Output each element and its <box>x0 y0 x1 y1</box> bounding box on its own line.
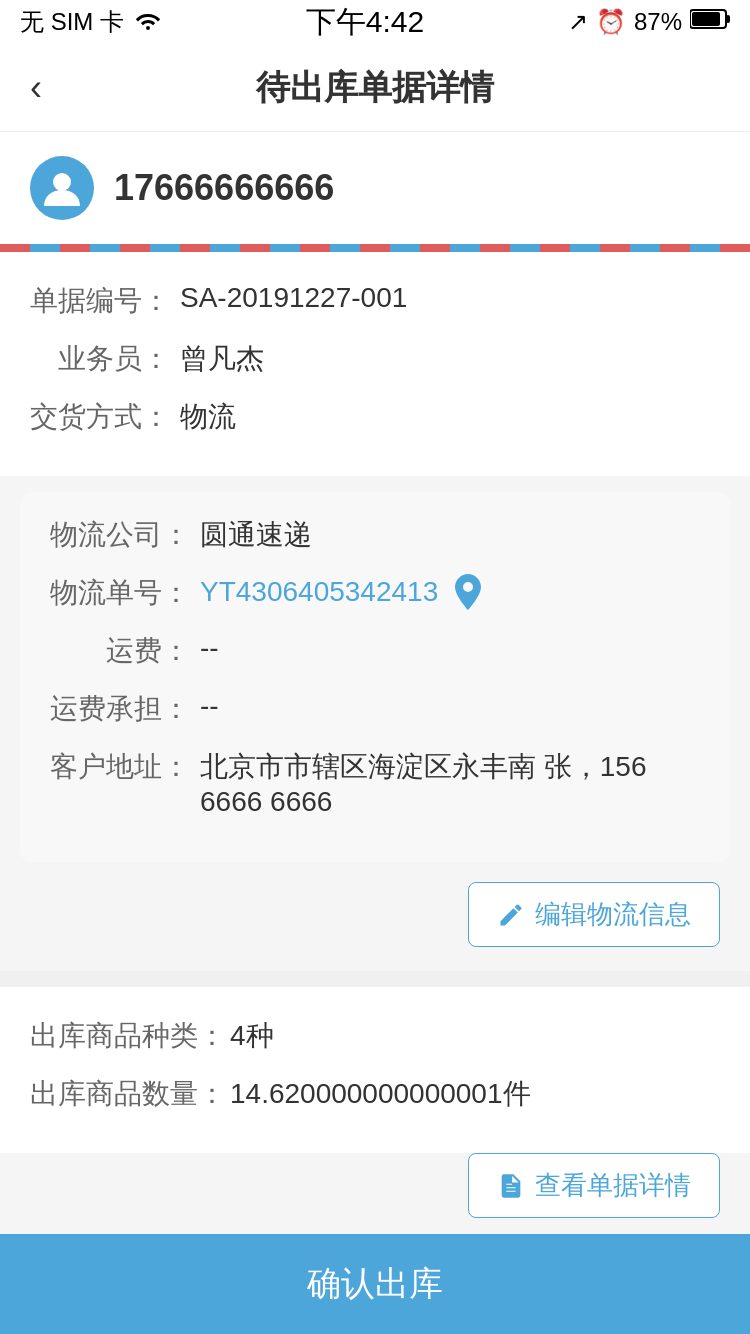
svg-point-3 <box>53 173 71 191</box>
sim-text: 无 SIM 卡 <box>20 6 124 38</box>
edit-logistics-button[interactable]: 编辑物流信息 <box>468 882 720 947</box>
order-no-value: SA-20191227-001 <box>180 282 720 314</box>
edit-btn-row: 编辑物流信息 <box>0 882 750 971</box>
delivery-row: 交货方式： 物流 <box>30 398 720 436</box>
dashed-divider <box>0 244 750 252</box>
address-value: 北京市市辖区海淀区永丰南 张，156 6666 6666 <box>200 748 700 818</box>
status-left: 无 SIM 卡 <box>20 6 162 38</box>
customer-section: 17666666666 <box>0 132 750 244</box>
tracking-row: 物流单号： YT4306405342413 <box>50 574 700 612</box>
delivery-label: 交货方式： <box>30 398 180 436</box>
goods-type-value: 4种 <box>230 1017 274 1055</box>
address-row: 客户地址： 北京市市辖区海淀区永丰南 张，156 6666 6666 <box>50 748 700 818</box>
delivery-value: 物流 <box>180 398 720 436</box>
address-label: 客户地址： <box>50 748 200 786</box>
nav-title: 待出库单据详情 <box>256 65 494 111</box>
salesman-label: 业务员： <box>30 340 180 378</box>
freight-row: 运费： -- <box>50 632 700 670</box>
goods-type-row: 出库商品种类： 4种 <box>30 1017 720 1055</box>
nav-bar: ‹ 待出库单据详情 <box>0 44 750 132</box>
goods-type-label: 出库商品种类： <box>30 1017 230 1055</box>
tracking-value: YT4306405342413 <box>200 574 700 610</box>
freight-label: 运费： <box>50 632 200 670</box>
goods-qty-value: 14.620000000000001件 <box>230 1075 531 1113</box>
wifi-icon <box>134 8 162 36</box>
freight-bear-label: 运费承担： <box>50 690 200 728</box>
customer-phone: 17666666666 <box>114 167 334 209</box>
summary-block: 出库商品种类： 4种 出库商品数量： 14.620000000000001件 <box>0 987 750 1153</box>
person-icon <box>42 168 82 208</box>
salesman-value: 曾凡杰 <box>180 340 720 378</box>
goods-qty-row: 出库商品数量： 14.620000000000001件 <box>30 1075 720 1113</box>
view-detail-button[interactable]: 查看单据详情 <box>468 1153 720 1218</box>
battery-icon <box>690 8 730 36</box>
tracking-label: 物流单号： <box>50 574 200 612</box>
avatar <box>30 156 94 220</box>
status-time: 下午4:42 <box>306 2 424 43</box>
order-no-row: 单据编号： SA-20191227-001 <box>30 282 720 320</box>
status-right: ↗ ⏰ 87% <box>568 8 730 36</box>
section-separator <box>0 971 750 987</box>
edit-btn-label: 编辑物流信息 <box>535 897 691 932</box>
alarm-icon: ⏰ <box>596 8 626 36</box>
logistics-company-row: 物流公司： 圆通速递 <box>50 516 700 554</box>
battery-text: 87% <box>634 8 682 36</box>
order-info-block: 单据编号： SA-20191227-001 业务员： 曾凡杰 交货方式： 物流 <box>0 252 750 476</box>
freight-value: -- <box>200 632 700 664</box>
logistics-company-value: 圆通速递 <box>200 516 700 554</box>
logistics-card: 物流公司： 圆通速递 物流单号： YT4306405342413 运费： -- … <box>20 492 730 862</box>
view-detail-label: 查看单据详情 <box>535 1168 691 1203</box>
document-icon <box>497 1172 525 1200</box>
freight-bear-value: -- <box>200 690 700 722</box>
salesman-row: 业务员： 曾凡杰 <box>30 340 720 378</box>
edit-icon <box>497 901 525 929</box>
svg-rect-1 <box>726 15 730 23</box>
confirm-btn-text: 确认出库 <box>307 1261 443 1307</box>
location-status-icon: ↗ <box>568 8 588 36</box>
status-bar: 无 SIM 卡 下午4:42 ↗ ⏰ 87% <box>0 0 750 44</box>
svg-rect-2 <box>692 12 720 26</box>
confirm-btn-wrap[interactable]: 确认出库 <box>0 1234 750 1334</box>
map-pin-icon[interactable] <box>452 574 484 610</box>
order-no-label: 单据编号： <box>30 282 180 320</box>
freight-bear-row: 运费承担： -- <box>50 690 700 728</box>
logistics-company-label: 物流公司： <box>50 516 200 554</box>
back-button[interactable]: ‹ <box>30 67 42 109</box>
goods-qty-label: 出库商品数量： <box>30 1075 230 1113</box>
